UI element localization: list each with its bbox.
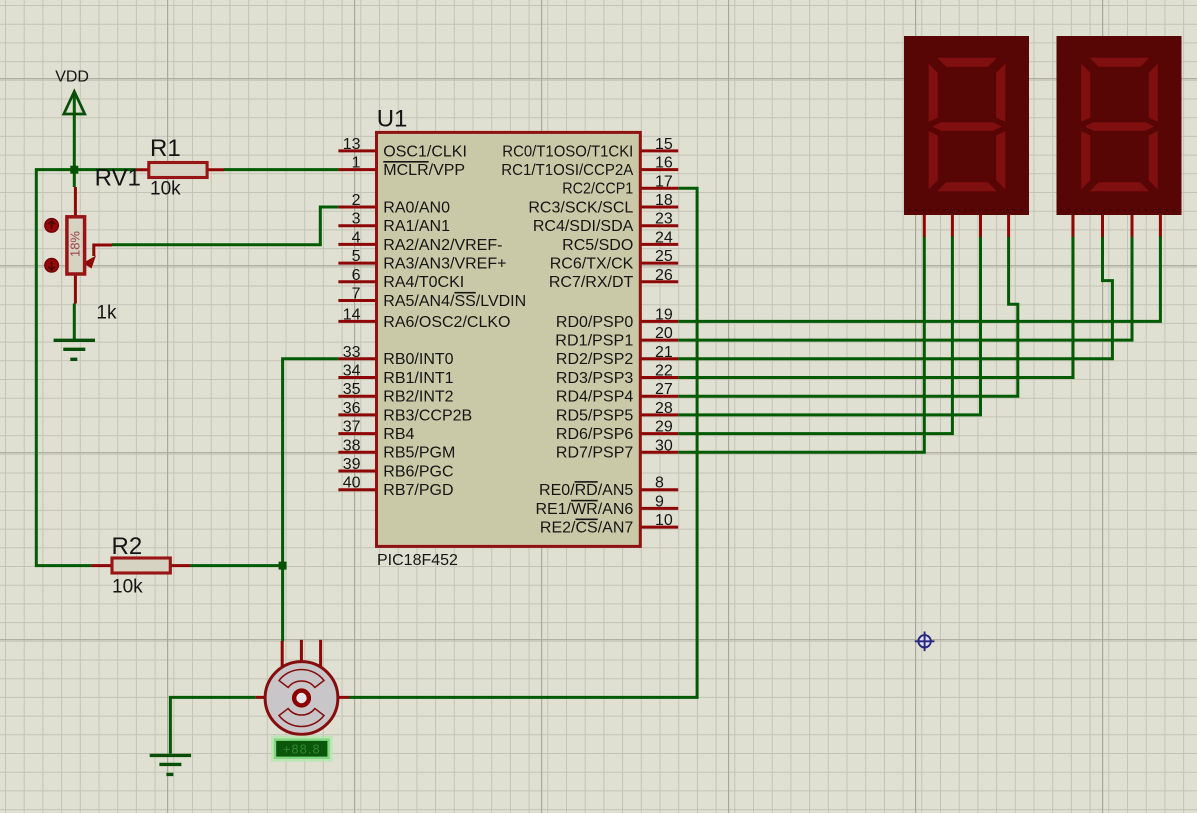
svg-text:19: 19 <box>655 306 673 323</box>
svg-text:17: 17 <box>655 173 673 190</box>
svg-text:30: 30 <box>655 437 673 454</box>
svg-text:38: 38 <box>343 437 361 454</box>
svg-text:5: 5 <box>352 248 361 265</box>
svg-text:RD2/PSP2: RD2/PSP2 <box>556 351 633 368</box>
svg-text:PIC18F452: PIC18F452 <box>377 552 458 569</box>
svg-text:VDD: VDD <box>55 69 89 86</box>
svg-text:RC7/RX/DT: RC7/RX/DT <box>549 274 634 291</box>
svg-text:RD7/PSP7: RD7/PSP7 <box>556 445 633 462</box>
svg-text:RA6/OSC2/CLKO: RA6/OSC2/CLKO <box>383 314 510 331</box>
svg-text:24: 24 <box>655 229 673 246</box>
svg-text:RD5/PSP5: RD5/PSP5 <box>556 407 633 424</box>
svg-text:RC6/TX/CK: RC6/TX/CK <box>550 256 634 273</box>
svg-text:21: 21 <box>655 344 673 361</box>
svg-text:29: 29 <box>655 419 673 436</box>
svg-text:RC5/SDO: RC5/SDO <box>562 237 633 254</box>
svg-text:RC0/T1OSO/T1CKI: RC0/T1OSO/T1CKI <box>502 143 633 160</box>
svg-text:RC4/SDI/SDA: RC4/SDI/SDA <box>533 218 634 235</box>
svg-text:7: 7 <box>352 286 361 303</box>
svg-text:RD1/PSP1: RD1/PSP1 <box>555 333 633 350</box>
svg-text:9: 9 <box>655 493 664 510</box>
svg-text:8: 8 <box>655 475 664 492</box>
svg-text:RA0/AN0: RA0/AN0 <box>383 199 450 216</box>
svg-text:RB3/CCP2B: RB3/CCP2B <box>383 407 472 424</box>
svg-text:14: 14 <box>343 306 361 323</box>
svg-text:RD6/PSP6: RD6/PSP6 <box>556 426 633 443</box>
svg-text:18%: 18% <box>68 231 83 257</box>
svg-text:35: 35 <box>343 381 361 398</box>
svg-text:RV1: RV1 <box>95 164 141 191</box>
svg-text:33: 33 <box>343 344 361 361</box>
svg-text:RE1/WR/AN6: RE1/WR/AN6 <box>535 501 633 518</box>
svg-text:RB4: RB4 <box>383 426 414 443</box>
svg-text:15: 15 <box>655 136 673 153</box>
svg-text:RD4/PSP4: RD4/PSP4 <box>556 389 633 406</box>
svg-text:13: 13 <box>343 136 361 153</box>
svg-text:3: 3 <box>352 211 361 228</box>
svg-text:4: 4 <box>352 229 361 246</box>
svg-text:RA3/AN3/VREF+: RA3/AN3/VREF+ <box>383 256 506 273</box>
svg-text:25: 25 <box>655 248 673 265</box>
svg-text:RD0/PSP0: RD0/PSP0 <box>556 314 633 331</box>
svg-text:RD3/PSP3: RD3/PSP3 <box>556 370 633 387</box>
svg-text:R1: R1 <box>150 135 181 162</box>
svg-text:20: 20 <box>655 325 673 342</box>
svg-text:36: 36 <box>343 400 361 417</box>
svg-text:16: 16 <box>655 155 673 172</box>
svg-text:RA5/AN4/SS/LVDIN: RA5/AN4/SS/LVDIN <box>383 293 526 310</box>
svg-text:RB0/INT0: RB0/INT0 <box>383 351 453 368</box>
svg-text:RA1/AN1: RA1/AN1 <box>383 218 450 235</box>
svg-text:RA2/AN2/VREF-: RA2/AN2/VREF- <box>383 237 502 254</box>
svg-text:28: 28 <box>655 400 673 417</box>
svg-text:RE0/RD/AN5: RE0/RD/AN5 <box>539 482 633 499</box>
svg-text:40: 40 <box>343 475 361 492</box>
svg-text:RC1/T1OSI/CCP2A: RC1/T1OSI/CCP2A <box>501 162 633 179</box>
svg-text:37: 37 <box>343 419 361 436</box>
svg-text:18: 18 <box>655 192 673 209</box>
svg-text:R2: R2 <box>112 533 143 560</box>
svg-text:+88.8: +88.8 <box>283 742 321 757</box>
svg-text:RB2/INT2: RB2/INT2 <box>383 389 453 406</box>
svg-text:1k: 1k <box>96 302 117 323</box>
svg-text:RC2/CCP1: RC2/CCP1 <box>562 181 633 198</box>
svg-text:27: 27 <box>655 381 673 398</box>
svg-text:U1: U1 <box>377 105 408 132</box>
svg-text:RB7/PGD: RB7/PGD <box>383 482 453 499</box>
svg-text:OSC1/CLKI: OSC1/CLKI <box>383 143 467 160</box>
svg-text:RC3/SCK/SCL: RC3/SCK/SCL <box>528 199 633 216</box>
svg-text:6: 6 <box>352 267 361 284</box>
svg-text:2: 2 <box>352 192 361 209</box>
svg-text:10k: 10k <box>150 178 181 199</box>
svg-text:34: 34 <box>343 363 361 380</box>
svg-text:RE2/CS/AN7: RE2/CS/AN7 <box>540 520 633 537</box>
svg-text:1: 1 <box>352 155 361 172</box>
svg-text:39: 39 <box>343 456 361 473</box>
svg-text:10: 10 <box>655 512 673 529</box>
svg-text:RA4/T0CKI: RA4/T0CKI <box>383 274 464 291</box>
svg-text:23: 23 <box>655 211 673 228</box>
svg-text:RB5/PGM: RB5/PGM <box>383 445 455 462</box>
svg-text:MCLR/VPP: MCLR/VPP <box>383 162 465 179</box>
svg-text:RB1/INT1: RB1/INT1 <box>383 370 453 387</box>
svg-text:10k: 10k <box>112 577 143 598</box>
svg-text:26: 26 <box>655 267 673 284</box>
svg-text:RB6/PGC: RB6/PGC <box>383 463 453 480</box>
svg-text:22: 22 <box>655 363 673 380</box>
